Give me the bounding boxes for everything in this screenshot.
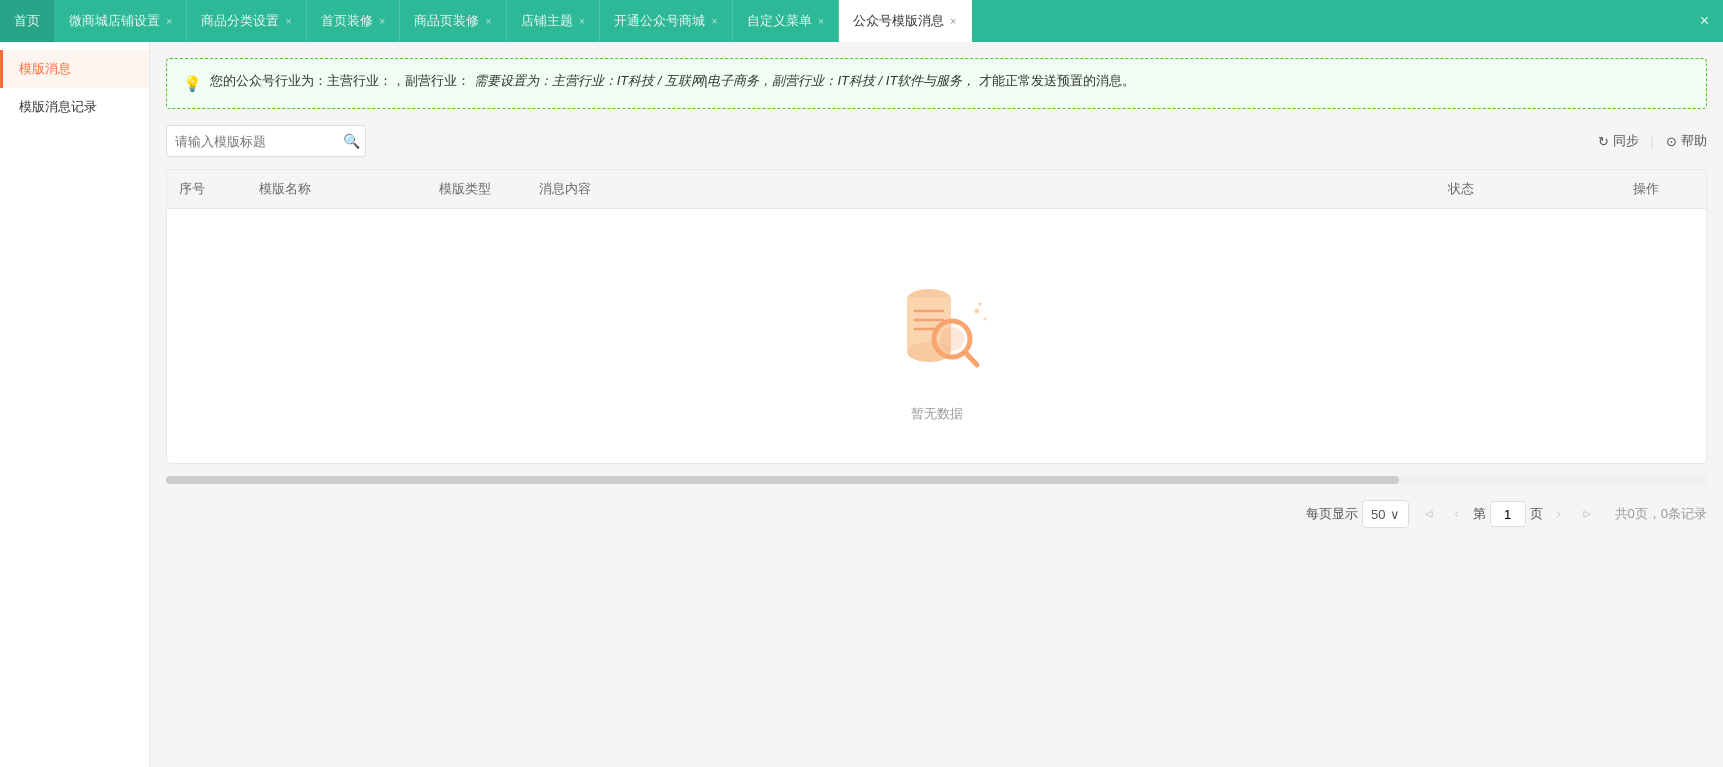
toolbar-divider: | xyxy=(1651,134,1654,149)
page-suffix-label: 页 xyxy=(1530,505,1543,523)
th-seq: 序号 xyxy=(167,170,247,208)
notice-highlight: 需要设置为：主营行业：IT科技 / 互联网|电子商务，副营行业：IT科技 / I… xyxy=(474,73,976,88)
page-size-label: 每页显示 xyxy=(1306,505,1358,523)
nav-tab-open-mall[interactable]: 开通公众号商城 × xyxy=(600,0,732,42)
search-bar: 🔍 ↻ 同步 | ⊙ 帮助 xyxy=(166,125,1707,157)
page-size-value: 50 xyxy=(1371,507,1385,522)
th-status: 状态 xyxy=(1436,170,1586,208)
help-button[interactable]: ⊙ 帮助 xyxy=(1666,132,1707,150)
last-page-button[interactable]: ⊳ xyxy=(1575,502,1599,526)
svg-point-10 xyxy=(983,318,986,321)
notice-box: 💡 您的公众号行业为：主营行业：，副营行业： 需要设置为：主营行业：IT科技 /… xyxy=(166,58,1707,109)
dropdown-arrow-icon: ∨ xyxy=(1390,507,1400,522)
nav-tab-product-decor[interactable]: 商品页装修 × xyxy=(400,0,506,42)
nav-tab-custom-menu[interactable]: 自定义菜单 × xyxy=(733,0,839,42)
toolbar-right: ↻ 同步 | ⊙ 帮助 xyxy=(1598,132,1707,150)
help-label: 帮助 xyxy=(1681,132,1707,150)
page-number-input[interactable] xyxy=(1490,501,1526,527)
page-input-wrap: 第 页 xyxy=(1473,501,1543,527)
sync-icon: ↻ xyxy=(1598,134,1609,149)
data-table: 序号 模版名称 模版类型 消息内容 状态 操作 xyxy=(166,169,1707,464)
th-type: 模版类型 xyxy=(427,170,527,208)
top-nav: 首页 微商城店铺设置 × 商品分类设置 × 首页装修 × 商品页装修 × 店铺主… xyxy=(0,0,1723,42)
prev-page-button[interactable]: ‹ xyxy=(1445,502,1469,526)
nav-tab-shop-settings-label: 微商城店铺设置 xyxy=(69,12,160,30)
nav-tab-template-msg-close[interactable]: × xyxy=(950,15,956,27)
notice-bulb-icon: 💡 xyxy=(183,72,202,96)
scrollbar-track[interactable] xyxy=(166,476,1707,484)
nav-tab-open-mall-label: 开通公众号商城 xyxy=(614,12,705,30)
sync-label: 同步 xyxy=(1613,132,1639,150)
help-icon: ⊙ xyxy=(1666,134,1677,149)
nav-tab-shop-theme-close[interactable]: × xyxy=(579,15,585,27)
scrollbar-thumb[interactable] xyxy=(166,476,1399,484)
nav-tab-product-decor-label: 商品页装修 xyxy=(414,12,479,30)
sidebar-item-template-msg-log[interactable]: 模版消息记录 xyxy=(0,88,149,126)
pagination: 每页显示 50 ∨ ⊲ ‹ 第 页 › ⊳ 共0页，0条记录 xyxy=(166,496,1707,532)
search-input-wrap: 🔍 xyxy=(166,125,366,157)
sidebar-item-template-msg-log-label: 模版消息记录 xyxy=(19,99,97,114)
nav-tab-product-category-label: 商品分类设置 xyxy=(201,12,279,30)
page-prefix-label: 第 xyxy=(1473,505,1486,523)
nav-tab-shop-theme[interactable]: 店铺主题 × xyxy=(507,0,600,42)
nav-tab-product-decor-close[interactable]: × xyxy=(485,15,491,27)
sidebar-item-template-msg[interactable]: 模版消息 xyxy=(0,50,149,88)
nav-tab-shop-theme-label: 店铺主题 xyxy=(521,12,573,30)
th-content: 消息内容 xyxy=(527,170,1436,208)
svg-point-7 xyxy=(940,327,964,351)
nav-tab-custom-menu-close[interactable]: × xyxy=(818,15,824,27)
nav-tab-home-decor-label: 首页装修 xyxy=(321,12,373,30)
nav-tab-shop-settings-close[interactable]: × xyxy=(166,15,172,27)
sidebar-item-template-msg-label: 模版消息 xyxy=(19,61,71,76)
nav-tab-home-decor[interactable]: 首页装修 × xyxy=(307,0,400,42)
total-info: 共0页，0条记录 xyxy=(1615,505,1707,523)
svg-point-9 xyxy=(974,309,979,314)
nav-tab-product-category-close[interactable]: × xyxy=(285,15,291,27)
page-size-dropdown[interactable]: 50 ∨ xyxy=(1362,500,1408,528)
nav-tab-open-mall-close[interactable]: × xyxy=(711,15,717,27)
search-input[interactable] xyxy=(175,134,343,149)
sidebar: 模版消息 模版消息记录 xyxy=(0,42,150,767)
search-button[interactable]: 🔍 xyxy=(343,133,360,149)
svg-line-8 xyxy=(965,352,977,365)
nav-tab-home-label: 首页 xyxy=(14,12,40,30)
table-header: 序号 模版名称 模版类型 消息内容 状态 操作 xyxy=(167,170,1706,209)
notice-suffix: 才能正常发送预置的消息。 xyxy=(979,73,1135,88)
empty-illustration xyxy=(877,269,997,389)
nav-tab-custom-menu-label: 自定义菜单 xyxy=(747,12,812,30)
nav-tab-shop-settings[interactable]: 微商城店铺设置 × xyxy=(55,0,187,42)
th-name: 模版名称 xyxy=(247,170,427,208)
close-all-icon: × xyxy=(1700,12,1709,30)
main-layout: 模版消息 模版消息记录 💡 您的公众号行业为：主营行业：，副营行业： 需要设置为… xyxy=(0,42,1723,767)
th-action: 操作 xyxy=(1586,170,1706,208)
next-page-button[interactable]: › xyxy=(1547,502,1571,526)
nav-tab-home[interactable]: 首页 xyxy=(0,0,55,42)
nav-tab-product-category[interactable]: 商品分类设置 × xyxy=(187,0,306,42)
page-size-select: 每页显示 50 ∨ xyxy=(1306,500,1408,528)
nav-close-all-button[interactable]: × xyxy=(1686,0,1723,42)
svg-point-11 xyxy=(978,303,981,306)
nav-tab-template-msg-label: 公众号模版消息 xyxy=(853,12,944,30)
nav-tab-template-msg[interactable]: 公众号模版消息 × xyxy=(839,0,971,42)
sync-button[interactable]: ↻ 同步 xyxy=(1598,132,1639,150)
notice-text: 您的公众号行业为：主营行业：，副营行业： 需要设置为：主营行业：IT科技 / 互… xyxy=(210,71,1135,92)
page-nav: ⊲ ‹ 第 页 › ⊳ xyxy=(1417,501,1599,527)
empty-text: 暂无数据 xyxy=(911,405,963,423)
content-area: 💡 您的公众号行业为：主营行业：，副营行业： 需要设置为：主营行业：IT科技 /… xyxy=(150,42,1723,767)
notice-prefix: 您的公众号行业为：主营行业：，副营行业： xyxy=(210,73,470,88)
empty-state: 暂无数据 xyxy=(167,209,1706,463)
nav-tab-home-decor-close[interactable]: × xyxy=(379,15,385,27)
first-page-button[interactable]: ⊲ xyxy=(1417,502,1441,526)
